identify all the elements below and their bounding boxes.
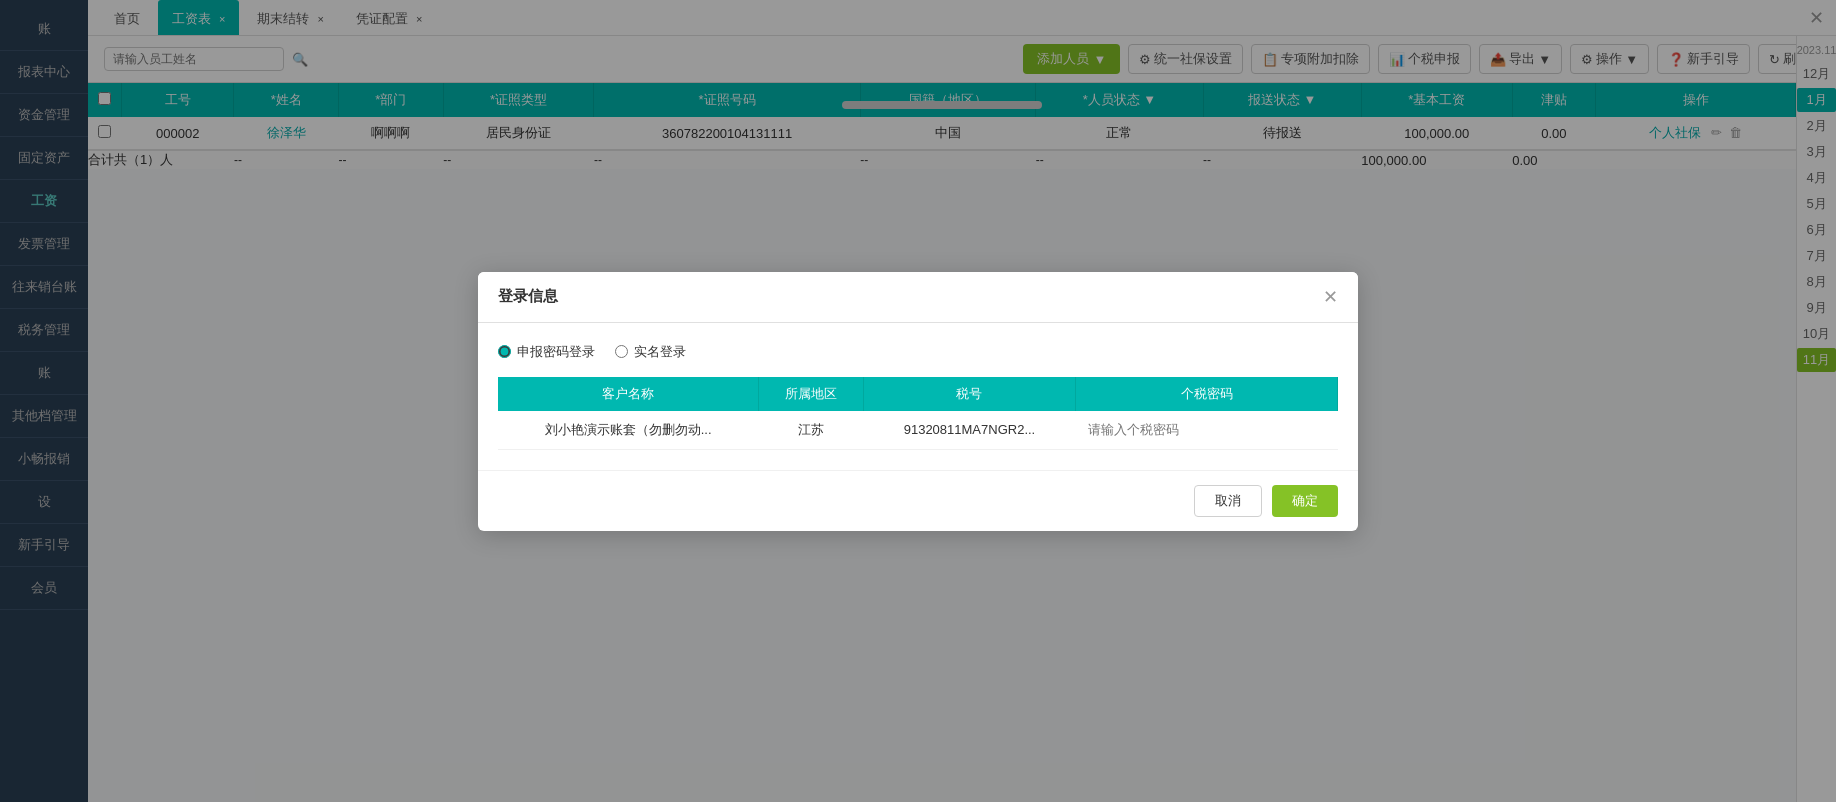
col-region: 所属地区	[758, 377, 863, 411]
col-client-name: 客户名称	[498, 377, 758, 411]
radio-realname-input[interactable]	[615, 345, 628, 358]
radio-password-input[interactable]	[498, 345, 511, 358]
col-tax-pwd: 个税密码	[1076, 377, 1338, 411]
login-info-table: 客户名称 所属地区 税号 个税密码	[498, 377, 1338, 450]
col-tax-no: 税号	[863, 377, 1075, 411]
modal-title: 登录信息	[498, 287, 558, 306]
tax-password-input[interactable]	[1088, 422, 1326, 437]
cancel-button[interactable]: 取消	[1194, 485, 1262, 517]
modal-body: 申报密码登录 实名登录 客户名称 所属地区	[478, 323, 1358, 470]
login-table-header: 客户名称 所属地区 税号 个税密码	[498, 377, 1338, 411]
modal-close-button[interactable]: ✕	[1323, 286, 1338, 308]
modal-overlay: 登录信息 ✕ 申报密码登录 实名登录 客户名称	[0, 0, 1836, 802]
cell-tax-pwd	[1076, 411, 1338, 450]
modal-footer: 取消 确定	[478, 470, 1358, 531]
login-table-row: 刘小艳演示账套（勿删勿动... 江苏 91320811MA7NGR2...	[498, 411, 1338, 450]
cell-region: 江苏	[758, 411, 863, 450]
modal-header: 登录信息 ✕	[478, 272, 1358, 323]
cell-client-name: 刘小艳演示账套（勿删勿动...	[498, 411, 758, 450]
login-method-radios: 申报密码登录 实名登录	[498, 343, 1338, 361]
radio-realname-login[interactable]: 实名登录	[615, 343, 686, 361]
radio-password-login[interactable]: 申报密码登录	[498, 343, 595, 361]
cell-tax-no: 91320811MA7NGR2...	[863, 411, 1075, 450]
confirm-button[interactable]: 确定	[1272, 485, 1338, 517]
login-info-modal: 登录信息 ✕ 申报密码登录 实名登录 客户名称	[478, 272, 1358, 531]
